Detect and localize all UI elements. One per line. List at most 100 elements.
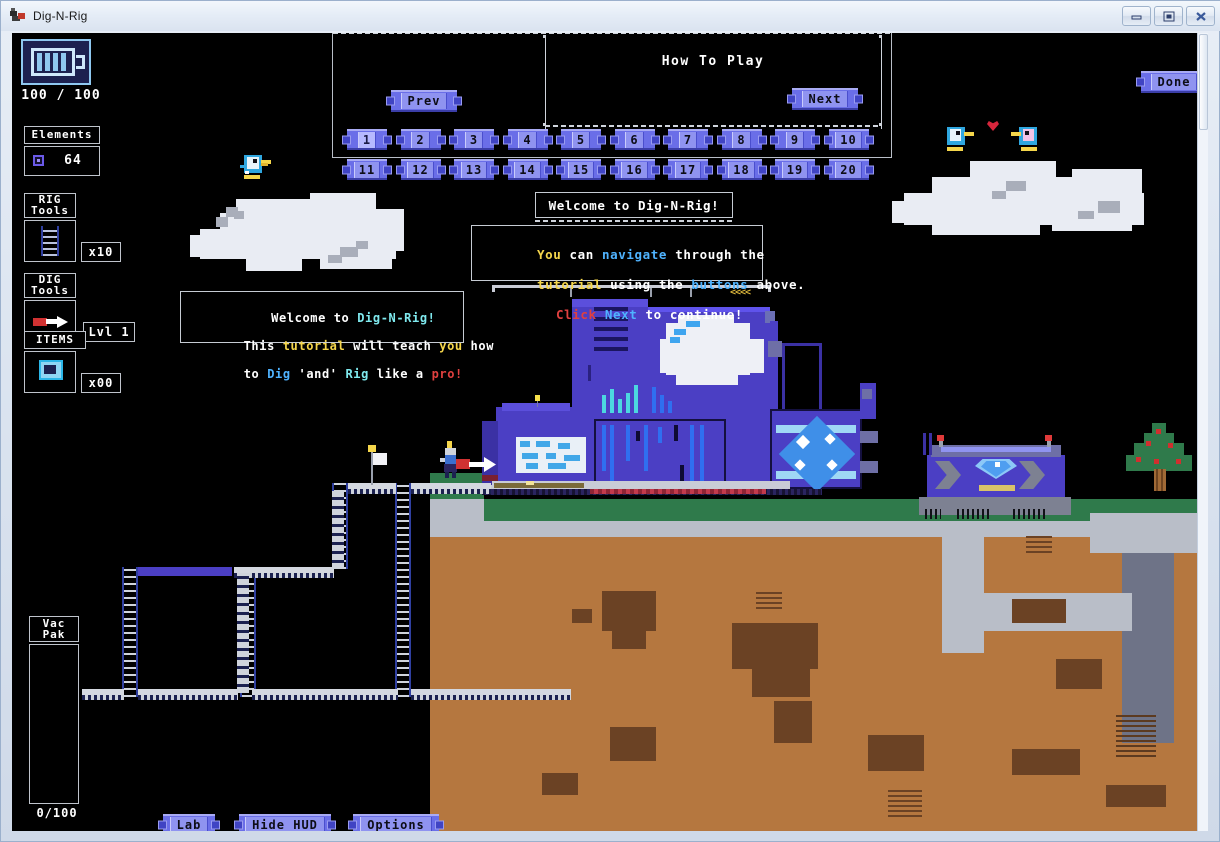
drill-icon[interactable]	[33, 316, 69, 328]
minimize-icon[interactable]	[1122, 6, 1151, 26]
dig-tools-label-2: Tools	[30, 284, 70, 297]
battery-panel: 100 / 100	[21, 39, 101, 111]
tutorial-page-button-9[interactable]: 9	[775, 129, 815, 150]
speech-w5: Rig	[345, 367, 369, 381]
tutorial-page-button-7[interactable]: 7	[668, 129, 708, 150]
speech-w2: tutorial	[282, 339, 346, 353]
tutorial-body-w2: navigate	[602, 247, 668, 262]
tutorial-page-button-label: 17	[674, 161, 702, 178]
tutorial-title: How To Play	[661, 54, 765, 69]
vacpak-label-2: Pak	[42, 628, 66, 641]
done-button-label: Done	[1150, 74, 1198, 90]
speech-t1: Welcome to	[271, 311, 358, 325]
speech-t5: to	[243, 367, 268, 381]
tutorial-page-button-label: 9	[785, 131, 805, 148]
tutorial-panel: How To Play Prev Next 1 2 3 4 5 6 7 8 9 10 11 12 13…	[332, 33, 893, 180]
tutorial-page-button-12[interactable]: 12	[400, 159, 441, 180]
tutorial-page-button-10[interactable]: 10	[828, 129, 869, 150]
element-cube-icon	[33, 155, 44, 166]
tutorial-page-buttons-row-1: 1 2 3 4 5 6 7 8 9 10	[347, 129, 883, 153]
rig-tools-panel[interactable]: RIG Tools x10	[21, 193, 127, 263]
checkpoint-flag	[364, 445, 388, 485]
maximize-icon[interactable]	[1154, 6, 1183, 26]
tutorial-body-w4: buttons	[691, 277, 749, 292]
speech-t2: This	[243, 339, 283, 353]
tutorial-page-button-label: 15	[567, 161, 595, 178]
player-character	[440, 441, 498, 487]
tutorial-body-w3: tutorial	[537, 277, 603, 292]
speech-t6: 'and'	[290, 367, 346, 381]
vacpak-gauge	[29, 644, 79, 804]
speech-w1: Dig-N-Rig!	[357, 311, 436, 325]
tutorial-page-button-13[interactable]: 13	[454, 159, 494, 180]
tutorial-page-button-6[interactable]: 6	[614, 129, 655, 150]
tutorial-page-button-11[interactable]: 11	[347, 159, 387, 180]
tutorial-body-t2: through the	[667, 247, 765, 262]
tutorial-page-button-14[interactable]: 14	[507, 159, 548, 180]
tutorial-body-t5	[597, 307, 605, 322]
lab-button-label: Lab	[169, 817, 209, 831]
tutorial-page-button-label: 18	[728, 161, 755, 178]
tutorial-page-button-label: 2	[411, 131, 430, 148]
tutorial-page-button-label: 3	[464, 131, 484, 148]
tutorial-page-button-label: 20	[835, 161, 862, 178]
elements-panel: Elements 64	[21, 126, 107, 181]
tutorial-page-button-5[interactable]: 5	[561, 129, 601, 150]
tutorial-page-button-17[interactable]: 17	[668, 159, 708, 180]
vertical-scrollbar[interactable]	[1197, 33, 1208, 831]
tutorial-body-t3: using the	[602, 277, 692, 292]
tutorial-page-button-1[interactable]: 1	[347, 129, 387, 150]
next-button-label: Next	[801, 91, 849, 107]
tutorial-page-button-label: 6	[625, 131, 644, 148]
tutorial-page-button-20[interactable]: 20	[828, 159, 869, 180]
battery-value: 100 / 100	[21, 88, 101, 103]
tutorial-page-button-2[interactable]: 2	[400, 129, 441, 150]
hide-hud-button-label: Hide HUD	[245, 817, 325, 831]
scrollbar-thumb[interactable]	[1199, 34, 1208, 130]
application-window: Dig-N-Rig <<<< 100 / 100 Elements 64 RIG…	[0, 0, 1220, 842]
vacpak-value: 0/100	[36, 806, 78, 820]
speech-t4: how	[462, 339, 495, 353]
tutorial-page-button-19[interactable]: 19	[775, 159, 815, 180]
tutorial-page-button-label: 12	[407, 161, 434, 178]
window-buttons	[1122, 6, 1215, 26]
vacpak-item-icon[interactable]	[39, 360, 63, 380]
vacpak-panel: Vac Pak 0/100	[21, 616, 93, 820]
app-icon	[10, 8, 26, 24]
gem-depot-building	[917, 431, 1077, 519]
tutorial-page-button-label: 1	[357, 131, 377, 148]
next-button[interactable]: Next	[792, 88, 858, 110]
items-panel[interactable]: ITEMS x00	[21, 331, 127, 401]
npc-speech-box: Welcome to Dig-N-Rig! This tutorial will…	[180, 291, 493, 381]
close-icon[interactable]	[1186, 6, 1215, 26]
items-label: ITEMS	[35, 333, 75, 346]
tutorial-page-button-3[interactable]: 3	[454, 129, 494, 150]
tutorial-page-button-15[interactable]: 15	[561, 159, 601, 180]
tutorial-body-t1: can	[561, 247, 603, 262]
window-title: Dig-N-Rig	[33, 9, 88, 23]
tutorial-page-button-label: 10	[835, 131, 862, 148]
tutorial-page-button-label: 16	[621, 161, 648, 178]
speech-t3: will teach	[345, 339, 440, 353]
ladder-icon[interactable]	[41, 226, 59, 256]
options-button[interactable]: Options	[353, 814, 439, 831]
speech-w6: pro!	[431, 367, 463, 381]
prev-button[interactable]: Prev	[391, 90, 457, 112]
tutorial-page-button-4[interactable]: 4	[507, 129, 548, 150]
hide-hud-button[interactable]: Hide HUD	[239, 814, 331, 831]
tutorial-body-t6: to continue!	[637, 307, 743, 322]
game-viewport[interactable]: <<<< 100 / 100 Elements 64 RIG Tools x10…	[12, 33, 1208, 831]
tutorial-heading: Welcome to Dig-N-Rig!	[548, 198, 720, 213]
tutorial-page-button-18[interactable]: 18	[721, 159, 762, 180]
options-button-label: Options	[360, 817, 432, 831]
tutorial-page-button-label: 4	[518, 131, 537, 148]
tutorial-page-button-label: 11	[353, 161, 381, 178]
elements-count: 64	[64, 153, 82, 168]
lab-button[interactable]: Lab	[163, 814, 215, 831]
tutorial-page-button-8[interactable]: 8	[721, 129, 762, 150]
tutorial-body-t4: above.	[748, 277, 806, 292]
prev-button-label: Prev	[400, 93, 448, 109]
items-count: x00	[88, 376, 114, 390]
tutorial-page-button-label: 13	[460, 161, 488, 178]
tutorial-page-button-16[interactable]: 16	[614, 159, 655, 180]
